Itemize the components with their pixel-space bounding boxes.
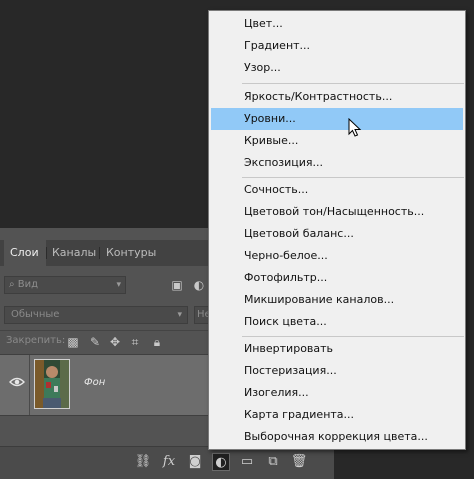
link-layers-icon[interactable]: ⛓︎ bbox=[134, 453, 152, 471]
menu-separator bbox=[242, 336, 464, 337]
divider bbox=[29, 355, 30, 415]
eye-icon[interactable] bbox=[8, 373, 26, 395]
menu-item-solid-color[interactable]: Цвет... bbox=[211, 13, 463, 35]
add-mask-icon[interactable]: ◙ bbox=[186, 453, 204, 471]
tab-paths[interactable]: Контуры bbox=[100, 240, 160, 266]
menu-item-black-white[interactable]: Черно-белое... bbox=[211, 245, 463, 267]
search-icon: ⌕ bbox=[9, 279, 18, 290]
image-filter-icon[interactable]: ▣ bbox=[170, 278, 184, 292]
lock-artboard-icon[interactable]: ⌗ bbox=[128, 335, 142, 349]
chevron-down-icon: ▾ bbox=[116, 280, 121, 290]
adjustment-filter-icon[interactable]: ◐ bbox=[192, 278, 206, 292]
kind-filter-select[interactable]: ⌕ Вид ▾ bbox=[4, 276, 126, 294]
menu-item-gradient-map[interactable]: Карта градиента... bbox=[211, 404, 463, 426]
layer-thumbnail-image bbox=[35, 360, 69, 408]
menu-item-curves[interactable]: Кривые... bbox=[211, 130, 463, 152]
menu-item-brightness-contrast[interactable]: Яркость/Контрастность... bbox=[211, 86, 463, 108]
tab-channels[interactable]: Каналы bbox=[46, 240, 98, 266]
menu-item-color-balance[interactable]: Цветовой баланс... bbox=[211, 223, 463, 245]
chevron-down-icon: ▾ bbox=[177, 310, 182, 320]
menu-item-channel-mixer[interactable]: Микширование каналов... bbox=[211, 289, 463, 311]
menu-item-gradient[interactable]: Градиент... bbox=[211, 35, 463, 57]
tab-layers[interactable]: Слои bbox=[4, 240, 46, 266]
menu-item-exposure[interactable]: Экспозиция... bbox=[211, 152, 463, 174]
eye-icon-glyph bbox=[9, 377, 25, 387]
lock-transparent-pixels-icon[interactable]: ▩ bbox=[66, 335, 80, 349]
trash-icon[interactable]: 🗑︎ bbox=[290, 453, 308, 471]
layer-name[interactable]: Фон bbox=[84, 377, 105, 388]
menu-item-levels[interactable]: Уровни... bbox=[211, 108, 463, 130]
blend-mode-value: Обычные bbox=[11, 309, 60, 320]
blend-mode-select[interactable]: Обычные ▾ bbox=[4, 306, 188, 324]
new-group-icon[interactable]: ▭ bbox=[238, 453, 256, 471]
menu-item-pattern[interactable]: Узор... bbox=[211, 57, 463, 79]
kind-filter-value: Вид bbox=[17, 279, 39, 290]
new-layer-icon[interactable]: ⧉ bbox=[264, 453, 282, 471]
menu-item-posterize[interactable]: Постеризация... bbox=[211, 360, 463, 382]
menu-item-vibrance[interactable]: Сочность... bbox=[211, 179, 463, 201]
menu-item-selective-color[interactable]: Выборочная коррекция цвета... bbox=[211, 426, 463, 448]
lock-all-icon[interactable]: 🔒︎ bbox=[150, 335, 164, 349]
adjustment-layer-menu: Цвет... Градиент... Узор... Яркость/Конт… bbox=[208, 10, 466, 450]
new-adjustment-layer-icon[interactable]: ◐ bbox=[212, 453, 230, 471]
menu-separator bbox=[242, 83, 464, 84]
lock-position-icon[interactable]: ✥ bbox=[108, 335, 122, 349]
layer-thumbnail bbox=[34, 359, 70, 409]
menu-item-threshold[interactable]: Изогелия... bbox=[211, 382, 463, 404]
menu-item-photo-filter[interactable]: Фотофильтр... bbox=[211, 267, 463, 289]
fx-icon[interactable]: fx bbox=[160, 453, 178, 471]
menu-item-hue-saturation[interactable]: Цветовой тон/Насыщенность... bbox=[211, 201, 463, 223]
lock-label: Закрепить: bbox=[6, 335, 66, 346]
mouse-cursor-icon bbox=[348, 118, 362, 137]
panel-footer: ⛓︎ fx ◙ ◐ ▭ ⧉ 🗑︎ bbox=[0, 446, 334, 479]
lock-image-pixels-icon[interactable]: ✎ bbox=[88, 335, 102, 349]
menu-separator bbox=[242, 177, 464, 178]
menu-item-invert[interactable]: Инвертировать bbox=[211, 338, 463, 360]
menu-item-color-lookup[interactable]: Поиск цвета... bbox=[211, 311, 463, 333]
